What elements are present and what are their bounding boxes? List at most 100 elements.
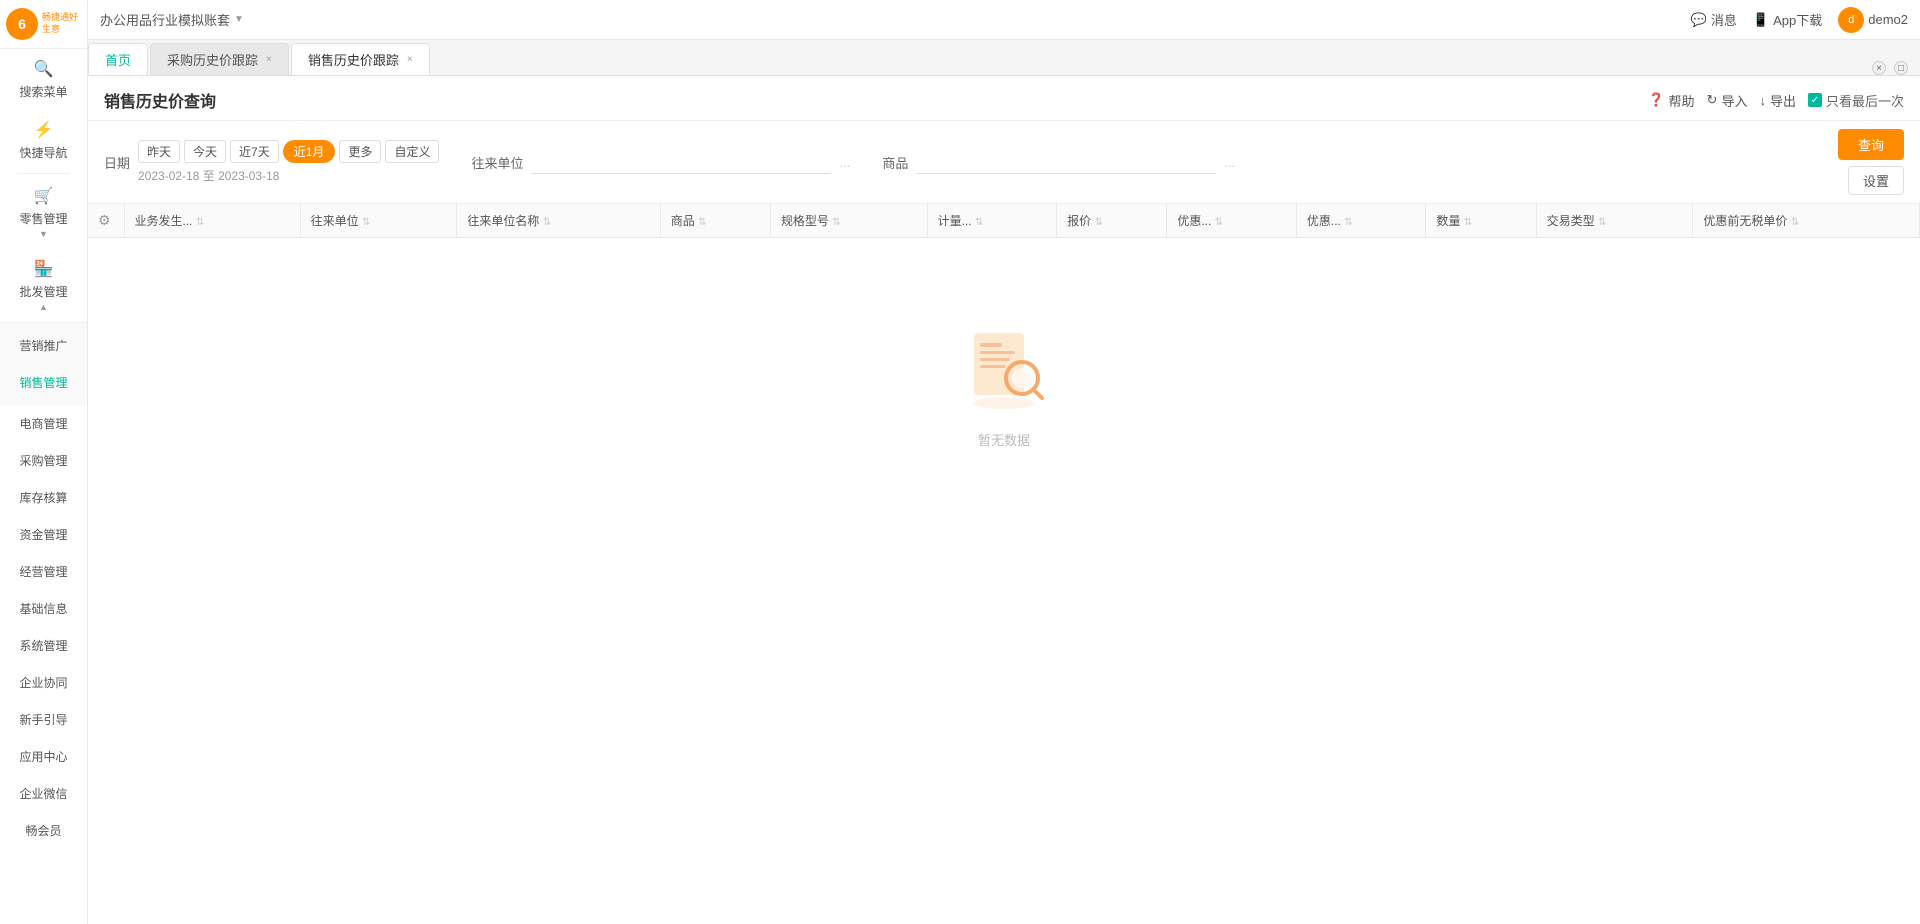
message-button[interactable]: 💬 消息	[1691, 10, 1737, 29]
table-col-quoted-price[interactable]: 报价 ⇅	[1057, 204, 1167, 238]
sidebar-item-sales[interactable]: 销售管理	[0, 364, 87, 401]
table-col-partner-code[interactable]: 往来单位 ⇅	[300, 204, 457, 238]
sidebar-item-label: 库存核算	[19, 489, 67, 506]
table-col-partner-name[interactable]: 往来单位名称 ⇅	[457, 204, 660, 238]
table-container: ⚙ 业务发生... ⇅ 往来单位 ⇅ 往来单位名称 ⇅	[88, 204, 1920, 529]
date-buttons-group: 昨天 今天 近7天 近1月 更多 自定义	[138, 140, 439, 163]
table-col-quantity[interactable]: 数量 ⇅	[1426, 204, 1536, 238]
sidebar-item-newuser[interactable]: 新手引导	[0, 701, 87, 738]
sidebar-item-member[interactable]: 畅会员	[0, 812, 87, 849]
help-icon: ❓	[1648, 92, 1664, 108]
sidebar-item-label: 采购管理	[19, 452, 67, 469]
dropdown-chevron-icon: ▼	[234, 14, 244, 25]
tab-sales-label: 销售历史价跟踪	[308, 50, 399, 69]
sidebar-item-wechat[interactable]: 企业微信	[0, 775, 87, 812]
user-name: demo2	[1868, 12, 1908, 27]
date-btn-custom[interactable]: 自定义	[385, 140, 439, 163]
table-col-spec[interactable]: 规格型号 ⇅	[770, 204, 927, 238]
sidebar-item-inventory[interactable]: 库存核算	[0, 479, 87, 516]
tab-sales-history[interactable]: 销售历史价跟踪 ×	[291, 43, 430, 75]
main-area: 办公用品行业模拟账套 ▼ 💬 消息 📱 App下载 d demo2 首页	[88, 0, 1920, 924]
show-last-only-label: 只看最后一次	[1826, 91, 1904, 110]
window-close-button[interactable]: ×	[1872, 61, 1886, 75]
sidebar-item-marketing[interactable]: 营销推广	[0, 327, 87, 364]
wholesale-icon: 🏪	[34, 259, 54, 279]
table-col-discount1[interactable]: 优惠... ⇅	[1167, 204, 1297, 238]
sidebar-item-label: 系统管理	[19, 637, 67, 654]
window-maximize-button[interactable]: □	[1894, 61, 1908, 75]
help-button[interactable]: ❓ 帮助	[1648, 91, 1694, 110]
show-last-only-checkbox[interactable]: ✓ 只看最后一次	[1808, 91, 1904, 110]
sidebar-item-wholesale[interactable]: 🏪 批发管理 ▲	[0, 249, 87, 322]
sidebar-item-label: 企业微信	[19, 785, 67, 802]
sidebar-item-finance[interactable]: 资金管理	[0, 516, 87, 553]
logo-text: 畅捷通好生意	[42, 12, 81, 35]
page-title: 销售历史价查询	[104, 88, 216, 112]
checkbox-checked-icon: ✓	[1808, 93, 1822, 107]
tab-home[interactable]: 首页	[88, 43, 148, 75]
table-col-settings[interactable]: ⚙	[88, 204, 124, 238]
shortcuts-icon: ⚡	[34, 120, 54, 140]
table-settings-icon[interactable]: ⚙	[98, 212, 111, 228]
partner-picker-icon[interactable]: ...	[839, 155, 850, 170]
date-btn-7days[interactable]: 近7天	[230, 140, 279, 163]
logo-icon: 6	[6, 8, 38, 40]
sidebar-item-ecommerce[interactable]: 电商管理	[0, 405, 87, 442]
download-icon: 📱	[1753, 12, 1769, 28]
close-sales-tab-button[interactable]: ×	[407, 54, 413, 65]
export-icon: ↓	[1759, 93, 1766, 108]
sidebar-item-label: 销售管理	[19, 374, 67, 391]
app-download-button[interactable]: 📱 App下载	[1753, 10, 1822, 29]
sidebar-item-purchase[interactable]: 采购管理	[0, 442, 87, 479]
sidebar-item-operations[interactable]: 经营管理	[0, 553, 87, 590]
table-col-discount2[interactable]: 优惠... ⇅	[1296, 204, 1426, 238]
table-col-goods[interactable]: 商品 ⇅	[660, 204, 770, 238]
app-logo: 6 畅捷通好生意	[0, 0, 87, 49]
sort-icon: ⇅	[1791, 217, 1799, 228]
query-button[interactable]: 查询	[1838, 129, 1904, 160]
sidebar-item-system[interactable]: 系统管理	[0, 627, 87, 664]
sidebar-item-shortcuts[interactable]: ⚡ 快捷导航	[0, 110, 87, 171]
app-selector[interactable]: 办公用品行业模拟账套 ▼	[100, 10, 244, 29]
sort-icon: ⇅	[1215, 217, 1223, 228]
sort-icon: ⇅	[196, 217, 204, 228]
tab-purchase-label: 采购历史价跟踪	[167, 50, 258, 69]
sidebar-item-label: 经营管理	[19, 563, 67, 580]
goods-filter-input[interactable]	[916, 150, 1216, 174]
goods-picker-icon[interactable]: ...	[1224, 155, 1235, 170]
table-header-row: ⚙ 业务发生... ⇅ 往来单位 ⇅ 往来单位名称 ⇅	[88, 204, 1920, 238]
empty-state-icon	[954, 318, 1054, 418]
sidebar-item-retail[interactable]: 🛒 零售管理 ▼	[0, 176, 87, 249]
sidebar-item-label: 新手引导	[19, 711, 67, 728]
date-btn-today[interactable]: 今天	[184, 140, 226, 163]
date-filter-section: 昨天 今天 近7天 近1月 更多 自定义 2023-02-18 至 2023-0…	[138, 140, 439, 184]
partner-filter-input[interactable]	[531, 150, 831, 174]
filter-actions: 查询 设置	[1838, 129, 1904, 195]
import-button[interactable]: ↻ 导入	[1707, 91, 1748, 110]
table-col-pretax-price[interactable]: 优惠前无税单价 ⇅	[1693, 204, 1920, 238]
sidebar-item-appstore[interactable]: 应用中心	[0, 738, 87, 775]
table-col-unit[interactable]: 计量... ⇅	[927, 204, 1057, 238]
tab-home-label: 首页	[105, 50, 131, 69]
date-filter-label: 日期	[104, 153, 130, 172]
table-col-trade-type[interactable]: 交易类型 ⇅	[1536, 204, 1693, 238]
sidebar-item-basic-info[interactable]: 基础信息	[0, 590, 87, 627]
date-btn-1month[interactable]: 近1月	[283, 140, 336, 163]
settings-button[interactable]: 设置	[1848, 166, 1904, 195]
top-header: 办公用品行业模拟账套 ▼ 💬 消息 📱 App下载 d demo2	[88, 0, 1920, 40]
close-purchase-tab-button[interactable]: ×	[266, 54, 272, 65]
page-header: 销售历史价查询 ❓ 帮助 ↻ 导入 ↓ 导出 ✓ 只看最后一次	[88, 76, 1920, 121]
sidebar-item-search[interactable]: 🔍 搜索菜单	[0, 49, 87, 110]
date-btn-more[interactable]: 更多	[339, 140, 381, 163]
tab-purchase-history[interactable]: 采购历史价跟踪 ×	[150, 43, 289, 75]
table-col-biz-date[interactable]: 业务发生... ⇅	[124, 204, 300, 238]
message-label: 消息	[1711, 10, 1737, 29]
date-btn-yesterday[interactable]: 昨天	[138, 140, 180, 163]
sidebar-item-enterprise[interactable]: 企业协同	[0, 664, 87, 701]
user-profile-button[interactable]: d demo2	[1838, 7, 1908, 33]
sidebar-item-label: 电商管理	[19, 415, 67, 432]
header-actions: 💬 消息 📱 App下载 d demo2	[1691, 7, 1908, 33]
export-button[interactable]: ↓ 导出	[1759, 91, 1796, 110]
import-label: 导入	[1721, 91, 1747, 110]
search-icon: 🔍	[34, 59, 54, 79]
